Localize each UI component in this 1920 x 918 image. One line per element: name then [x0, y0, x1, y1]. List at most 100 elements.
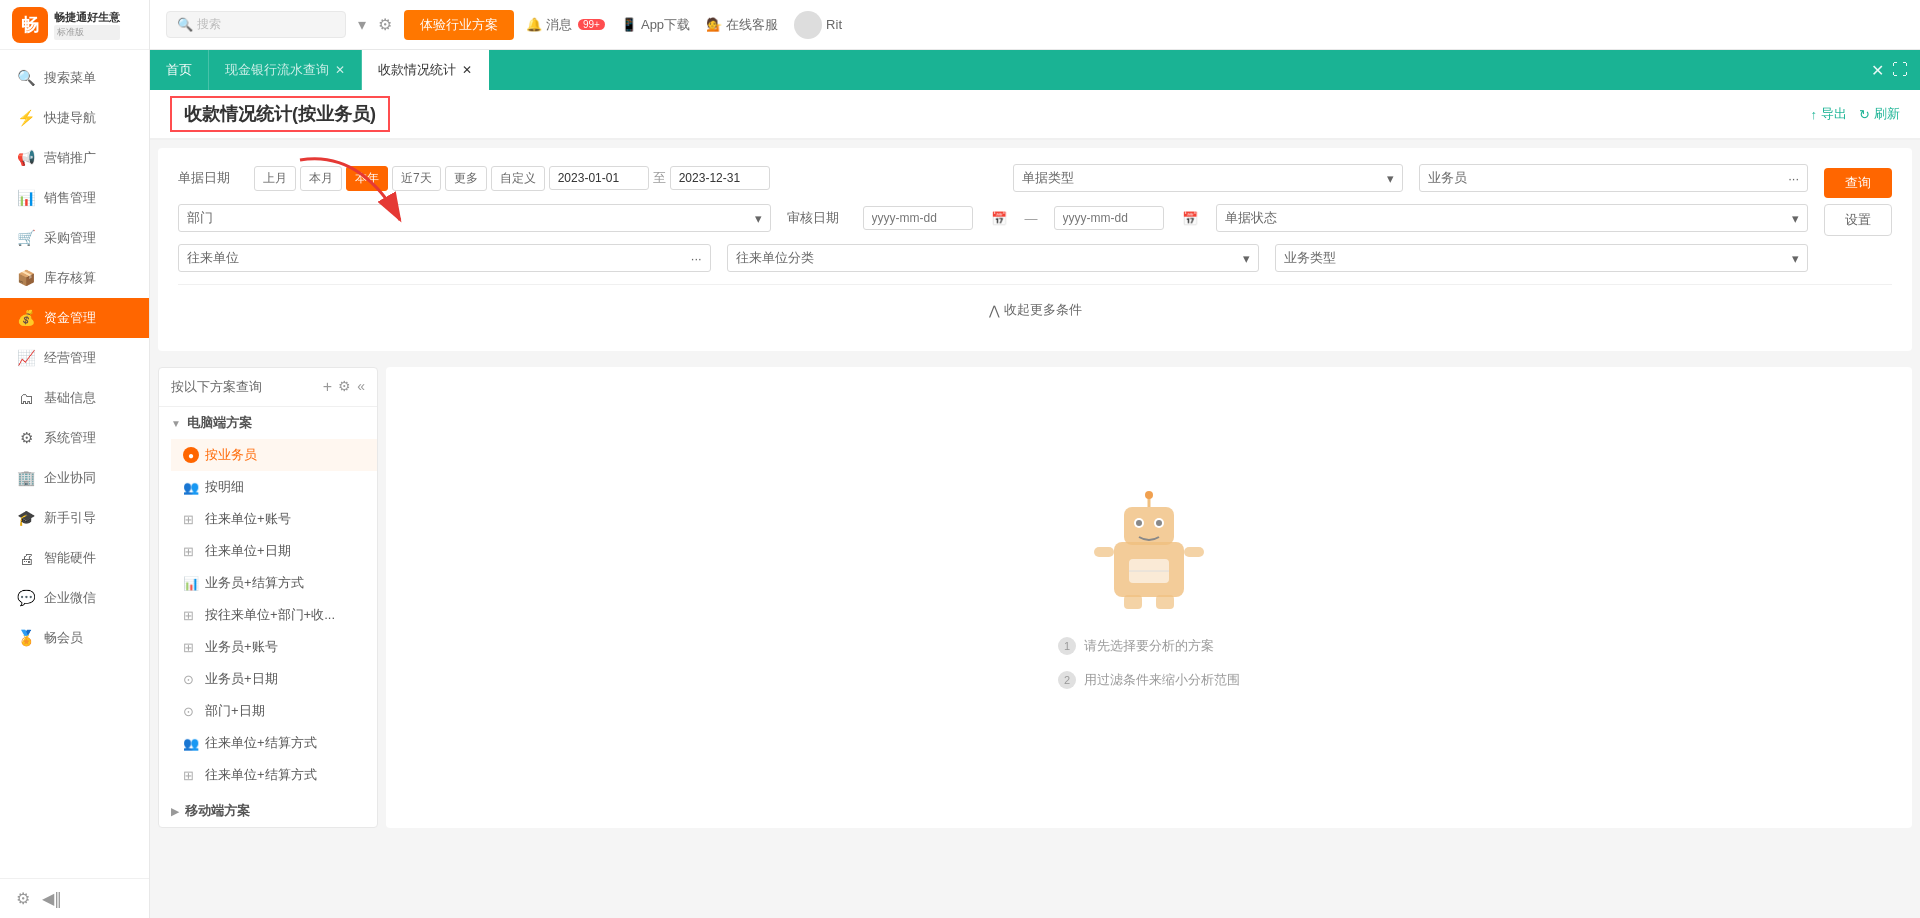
tree-item-unit-date[interactable]: ⊞ 往来单位+日期 [171, 535, 377, 567]
sidebar-item-guide[interactable]: 🎓 新手引导 [0, 498, 149, 538]
filter-btn-group: 查询 设置 [1824, 164, 1892, 236]
add-scheme-btn[interactable]: + [323, 378, 332, 396]
sidebar-item-wechat[interactable]: 💬 企业微信 [0, 578, 149, 618]
empty-steps: 1 请先选择要分析的方案 2 用过滤条件来缩小分析范围 [1058, 633, 1240, 693]
sidebar-item-sales[interactable]: 📊 销售管理 [0, 178, 149, 218]
app-download-item[interactable]: 📱 App下载 [621, 16, 690, 34]
tab-receipt-stat[interactable]: 收款情况统计 ✕ [362, 50, 489, 90]
sidebar-item-inventory[interactable]: 📦 库存核算 [0, 258, 149, 298]
tree-item-dept-date[interactable]: ⊙ 部门+日期 [171, 695, 377, 727]
audit-date-cal-icon1[interactable]: 📅 [991, 211, 1007, 226]
user-item[interactable]: Rit [794, 11, 842, 39]
user-avatar [794, 11, 822, 39]
svg-rect-8 [1094, 547, 1114, 557]
tree-item-salesman-date[interactable]: ⊙ 业务员+日期 [171, 663, 377, 695]
svg-point-7 [1145, 491, 1153, 499]
date-btn-more[interactable]: 更多 [445, 166, 487, 191]
left-panel-header: 按以下方案查询 + ⚙ « [159, 368, 377, 407]
tree-group-mobile[interactable]: ▶ 移动端方案 [159, 795, 377, 827]
filter-panel: 单据日期 上月 本月 本年 近7天 更多 自定义 至 [158, 148, 1912, 351]
sales-icon: 📊 [16, 188, 36, 208]
svg-point-5 [1156, 520, 1162, 526]
tab-bank-flow[interactable]: 现金银行流水查询 ✕ [209, 50, 362, 90]
doc-type-select[interactable]: 单据类型 ▾ [1013, 164, 1403, 192]
tree-item-by-salesman[interactable]: ● 按业务员 [171, 439, 377, 471]
doc-type-dropdown-icon: ▾ [1387, 171, 1394, 186]
notification-item[interactable]: 🔔 消息 99+ [526, 16, 605, 34]
salesman-settle-icon: 📊 [183, 576, 199, 591]
refresh-btn[interactable]: ↻ 刷新 [1859, 105, 1900, 123]
tree-item-salesman-settlement[interactable]: 📊 业务员+结算方式 [171, 567, 377, 599]
tree-item-unit-settle2[interactable]: ⊞ 往来单位+结算方式 [171, 759, 377, 791]
tree-item-by-detail[interactable]: 👥 按明细 [171, 471, 377, 503]
audit-date-cal-icon2[interactable]: 📅 [1182, 211, 1198, 226]
tree-item-salesman-account[interactable]: ⊞ 业务员+账号 [171, 631, 377, 663]
biz-type-select[interactable]: 业务类型 ▾ [1275, 244, 1808, 272]
query-btn[interactable]: 查询 [1824, 168, 1892, 198]
date-group: 上月 本月 本年 近7天 更多 自定义 至 [254, 166, 997, 191]
collapse-footer-icon[interactable]: ◀‖ [42, 889, 62, 908]
finance-icon: 💰 [16, 308, 36, 328]
svg-rect-10 [1124, 595, 1142, 609]
date-btn-last-month[interactable]: 上月 [254, 166, 296, 191]
date-btn-last-7days[interactable]: 近7天 [392, 166, 441, 191]
sidebar-item-operation[interactable]: 📈 经营管理 [0, 338, 149, 378]
scheme-settings-icon[interactable]: ⚙ [338, 378, 351, 396]
salesman-select[interactable]: 业务员 ··· [1419, 164, 1809, 192]
page-header-actions: ↑ 导出 ↻ 刷新 [1811, 105, 1901, 123]
from-unit-select[interactable]: 往来单位 ··· [178, 244, 711, 272]
from-unit-more-icon: ··· [691, 251, 702, 266]
tab-home[interactable]: 首页 [150, 50, 209, 90]
scheme-collapse-icon[interactable]: « [357, 378, 365, 396]
salesman-date-icon: ⊙ [183, 672, 199, 687]
from-unit-category-select[interactable]: 往来单位分类 ▾ [727, 244, 1260, 272]
settings-footer-icon[interactable]: ⚙ [16, 889, 30, 908]
filter-row-1: 单据日期 上月 本月 本年 近7天 更多 自定义 至 [178, 164, 1808, 192]
tab-receipt-stat-close[interactable]: ✕ [462, 63, 472, 77]
date-to-input[interactable] [670, 166, 770, 190]
date-from-input[interactable] [549, 166, 649, 190]
sidebar-item-hardware[interactable]: 🖨 智能硬件 [0, 538, 149, 578]
collapse-btn[interactable]: ⋀ 收起更多条件 [981, 293, 1090, 327]
export-btn[interactable]: ↑ 导出 [1811, 105, 1848, 123]
sidebar-item-basic[interactable]: 🗂 基础信息 [0, 378, 149, 418]
date-btn-this-month[interactable]: 本月 [300, 166, 342, 191]
settings-btn[interactable]: 设置 [1824, 204, 1892, 236]
sidebar-item-finance[interactable]: 💰 资金管理 [0, 298, 149, 338]
sidebar-item-member[interactable]: 🏅 畅会员 [0, 618, 149, 658]
marketing-icon: 📢 [16, 148, 36, 168]
audit-date-to-input[interactable] [1054, 206, 1164, 230]
topbar-search[interactable]: 🔍 搜索 [166, 11, 346, 38]
date-btn-this-year[interactable]: 本年 [346, 166, 388, 191]
filter-row-3: 往来单位 ··· 往来单位分类 ▾ 业务类型 ▾ [178, 244, 1808, 272]
date-btn-custom[interactable]: 自定义 [491, 166, 545, 191]
logo: 畅 畅捷通好生意 标准版 [0, 0, 149, 50]
sidebar-item-purchase[interactable]: 🛒 采购管理 [0, 218, 149, 258]
sidebar-item-system[interactable]: ⚙ 系统管理 [0, 418, 149, 458]
date-separator: 至 [653, 169, 666, 187]
window-expand-icon[interactable]: ⛶ [1892, 61, 1908, 79]
audit-date-dash: — [1025, 211, 1038, 226]
dropdown-icon[interactable]: ▾ [358, 15, 366, 34]
tree-item-unit-account[interactable]: ⊞ 往来单位+账号 [171, 503, 377, 535]
unit-settle1-icon: 👥 [183, 736, 199, 751]
right-panel: 1 请先选择要分析的方案 2 用过滤条件来缩小分析范围 [386, 367, 1912, 828]
sidebar-item-search[interactable]: 🔍 搜索菜单 [0, 58, 149, 98]
sidebar-item-quicknav[interactable]: ⚡ 快捷导航 [0, 98, 149, 138]
sidebar-item-marketing[interactable]: 📢 营销推广 [0, 138, 149, 178]
sidebar-item-corp[interactable]: 🏢 企业协同 [0, 458, 149, 498]
doc-status-select[interactable]: 单据状态 ▾ [1216, 204, 1809, 232]
window-close-icon[interactable]: ✕ [1871, 61, 1884, 80]
tree-item-unit-dept[interactable]: ⊞ 按往来单位+部门+收... [171, 599, 377, 631]
topbar-settings-icon[interactable]: ⚙ [378, 15, 392, 34]
tab-bank-flow-close[interactable]: ✕ [335, 63, 345, 77]
step-1-num: 1 [1058, 637, 1076, 655]
trial-btn[interactable]: 体验行业方案 [404, 10, 514, 40]
audit-date-from-input[interactable] [863, 206, 973, 230]
online-service-item[interactable]: 💁 在线客服 [706, 16, 778, 34]
tree-item-unit-settle1[interactable]: 👥 往来单位+结算方式 [171, 727, 377, 759]
dept-select[interactable]: 部门 ▾ [178, 204, 771, 232]
search-icon: 🔍 [16, 68, 36, 88]
tree-group-desktop[interactable]: ▼ 电脑端方案 [159, 407, 377, 439]
unit-settle2-icon: ⊞ [183, 768, 199, 783]
